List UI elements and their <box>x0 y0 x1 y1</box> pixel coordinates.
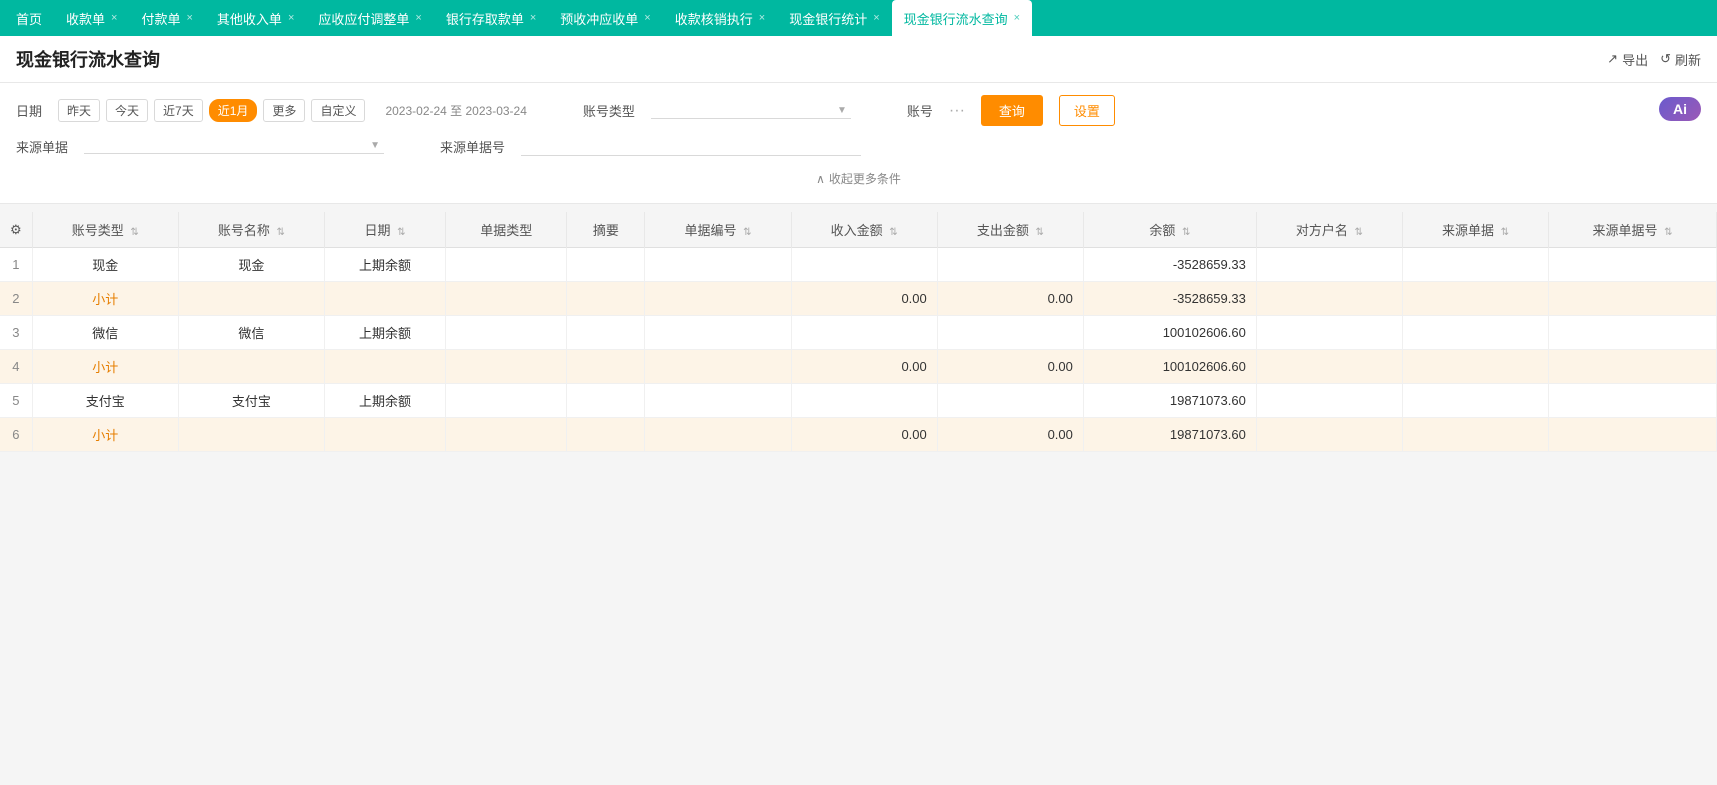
nav-payment[interactable]: 付款单 × <box>129 0 204 36</box>
col-source-doc-num[interactable]: 来源单据号 ⇅ <box>1549 212 1717 248</box>
account-label: 账号 <box>907 101 933 120</box>
query-button[interactable]: 查询 <box>981 95 1043 126</box>
account-ellipsis-button[interactable]: ··· <box>949 102 965 120</box>
ai-badge[interactable]: Ai <box>1659 97 1701 121</box>
date-btn-1month[interactable]: 近1月 <box>209 99 258 122</box>
account-type-label: 账号类型 <box>583 101 635 120</box>
source-doc-num-label: 来源单据号 <box>440 137 505 156</box>
close-icon[interactable]: × <box>644 12 650 24</box>
close-icon[interactable]: × <box>186 12 192 24</box>
table-row[interactable]: 6小计0.000.0019871073.60 <box>0 418 1717 452</box>
table-row[interactable]: 5支付宝支付宝上期余额19871073.60 <box>0 384 1717 418</box>
date-btn-yesterday[interactable]: 昨天 <box>58 99 100 122</box>
col-source-doc[interactable]: 来源单据 ⇅ <box>1402 212 1548 248</box>
nav-cash-bank-stats[interactable]: 现金银行统计 × <box>777 0 891 36</box>
nav-receipt[interactable]: 收款单 × <box>54 0 129 36</box>
col-date[interactable]: 日期 ⇅ <box>324 212 445 248</box>
nav-cash-bank-flow[interactable]: 现金银行流水查询 × <box>892 0 1032 36</box>
chevron-down-icon: ▼ <box>370 140 380 151</box>
col-expense[interactable]: 支出金额 ⇅ <box>937 212 1083 248</box>
date-range: 2023-02-24 至 2023-03-24 <box>385 102 526 119</box>
filter-row-source: 来源单据 ▼ 来源单据号 <box>16 136 1701 156</box>
close-icon[interactable]: × <box>415 12 421 24</box>
table-row[interactable]: 4小计0.000.00100102606.60 <box>0 350 1717 384</box>
table-row[interactable]: 3微信微信上期余额100102606.60 <box>0 316 1717 350</box>
source-doc-num-input[interactable] <box>521 136 861 156</box>
date-buttons: 昨天 今天 近7天 近1月 更多 自定义 <box>58 99 365 122</box>
filter-area: 日期 昨天 今天 近7天 近1月 更多 自定义 2023-02-24 至 202… <box>0 83 1717 204</box>
date-btn-7days[interactable]: 近7天 <box>154 99 203 122</box>
chevron-down-icon: ▼ <box>837 105 847 116</box>
close-icon[interactable]: × <box>759 12 765 24</box>
col-summary[interactable]: 摘要 <box>567 212 645 248</box>
col-account-type[interactable]: 账号类型 ⇅ <box>32 212 178 248</box>
col-counterpart[interactable]: 对方户名 ⇅ <box>1256 212 1402 248</box>
close-icon[interactable]: × <box>288 12 294 24</box>
col-account-name[interactable]: 账号名称 ⇅ <box>178 212 324 248</box>
col-income[interactable]: 收入金额 ⇅ <box>791 212 937 248</box>
nav-bank-deposit[interactable]: 银行存取款单 × <box>434 0 548 36</box>
nav-other-income[interactable]: 其他收入单 × <box>205 0 306 36</box>
top-nav: 首页 收款单 × 付款单 × 其他收入单 × 应收应付调整单 × 银行存取款单 … <box>0 0 1717 36</box>
page-title: 现金银行流水查询 <box>16 46 160 72</box>
nav-ar-ap-adjust[interactable]: 应收应付调整单 × <box>306 0 433 36</box>
refresh-icon: ↺ <box>1660 51 1671 67</box>
table-area: ⚙ 账号类型 ⇅ 账号名称 ⇅ 日期 ⇅ 单据类型 摘要 单据编号 ⇅ 收入金额… <box>0 212 1717 452</box>
source-doc-label: 来源单据 <box>16 137 68 156</box>
close-icon[interactable]: × <box>1014 12 1020 24</box>
date-label: 日期 <box>16 101 42 120</box>
chevron-up-icon: ∧ <box>816 172 825 186</box>
refresh-button[interactable]: ↺ 刷新 <box>1660 50 1701 69</box>
filter-row-date: 日期 昨天 今天 近7天 近1月 更多 自定义 2023-02-24 至 202… <box>16 95 1701 126</box>
col-doc-num[interactable]: 单据编号 ⇅ <box>645 212 791 248</box>
collapse-bar[interactable]: ∧ 收起更多条件 <box>16 166 1701 191</box>
col-balance[interactable]: 余额 ⇅ <box>1083 212 1256 248</box>
data-table: ⚙ 账号类型 ⇅ 账号名称 ⇅ 日期 ⇅ 单据类型 摘要 单据编号 ⇅ 收入金额… <box>0 212 1717 452</box>
table-row[interactable]: 1现金现金上期余额-3528659.33 <box>0 248 1717 282</box>
col-doc-type[interactable]: 单据类型 <box>446 212 567 248</box>
page-header: 现金银行流水查询 ↗ 导出 ↺ 刷新 <box>0 36 1717 83</box>
date-btn-today[interactable]: 今天 <box>106 99 148 122</box>
table-gear-col[interactable]: ⚙ <box>0 212 32 248</box>
close-icon[interactable]: × <box>873 12 879 24</box>
nav-receipt-execute[interactable]: 收款核销执行 × <box>663 0 777 36</box>
header-actions: ↗ 导出 ↺ 刷新 <box>1607 50 1701 69</box>
source-doc-select[interactable]: ▼ <box>84 138 384 154</box>
date-btn-more[interactable]: 更多 <box>263 99 305 122</box>
close-icon[interactable]: × <box>111 12 117 24</box>
export-icon: ↗ <box>1607 51 1618 67</box>
date-btn-custom[interactable]: 自定义 <box>311 99 365 122</box>
export-button[interactable]: ↗ 导出 <box>1607 50 1648 69</box>
nav-home[interactable]: 首页 <box>4 0 54 36</box>
account-type-select[interactable]: ▼ <box>651 103 851 119</box>
table-row[interactable]: 2小计0.000.00-3528659.33 <box>0 282 1717 316</box>
settings-button[interactable]: 设置 <box>1059 95 1115 126</box>
nav-advance-offset[interactable]: 预收冲应收单 × <box>548 0 662 36</box>
close-icon[interactable]: × <box>530 12 536 24</box>
